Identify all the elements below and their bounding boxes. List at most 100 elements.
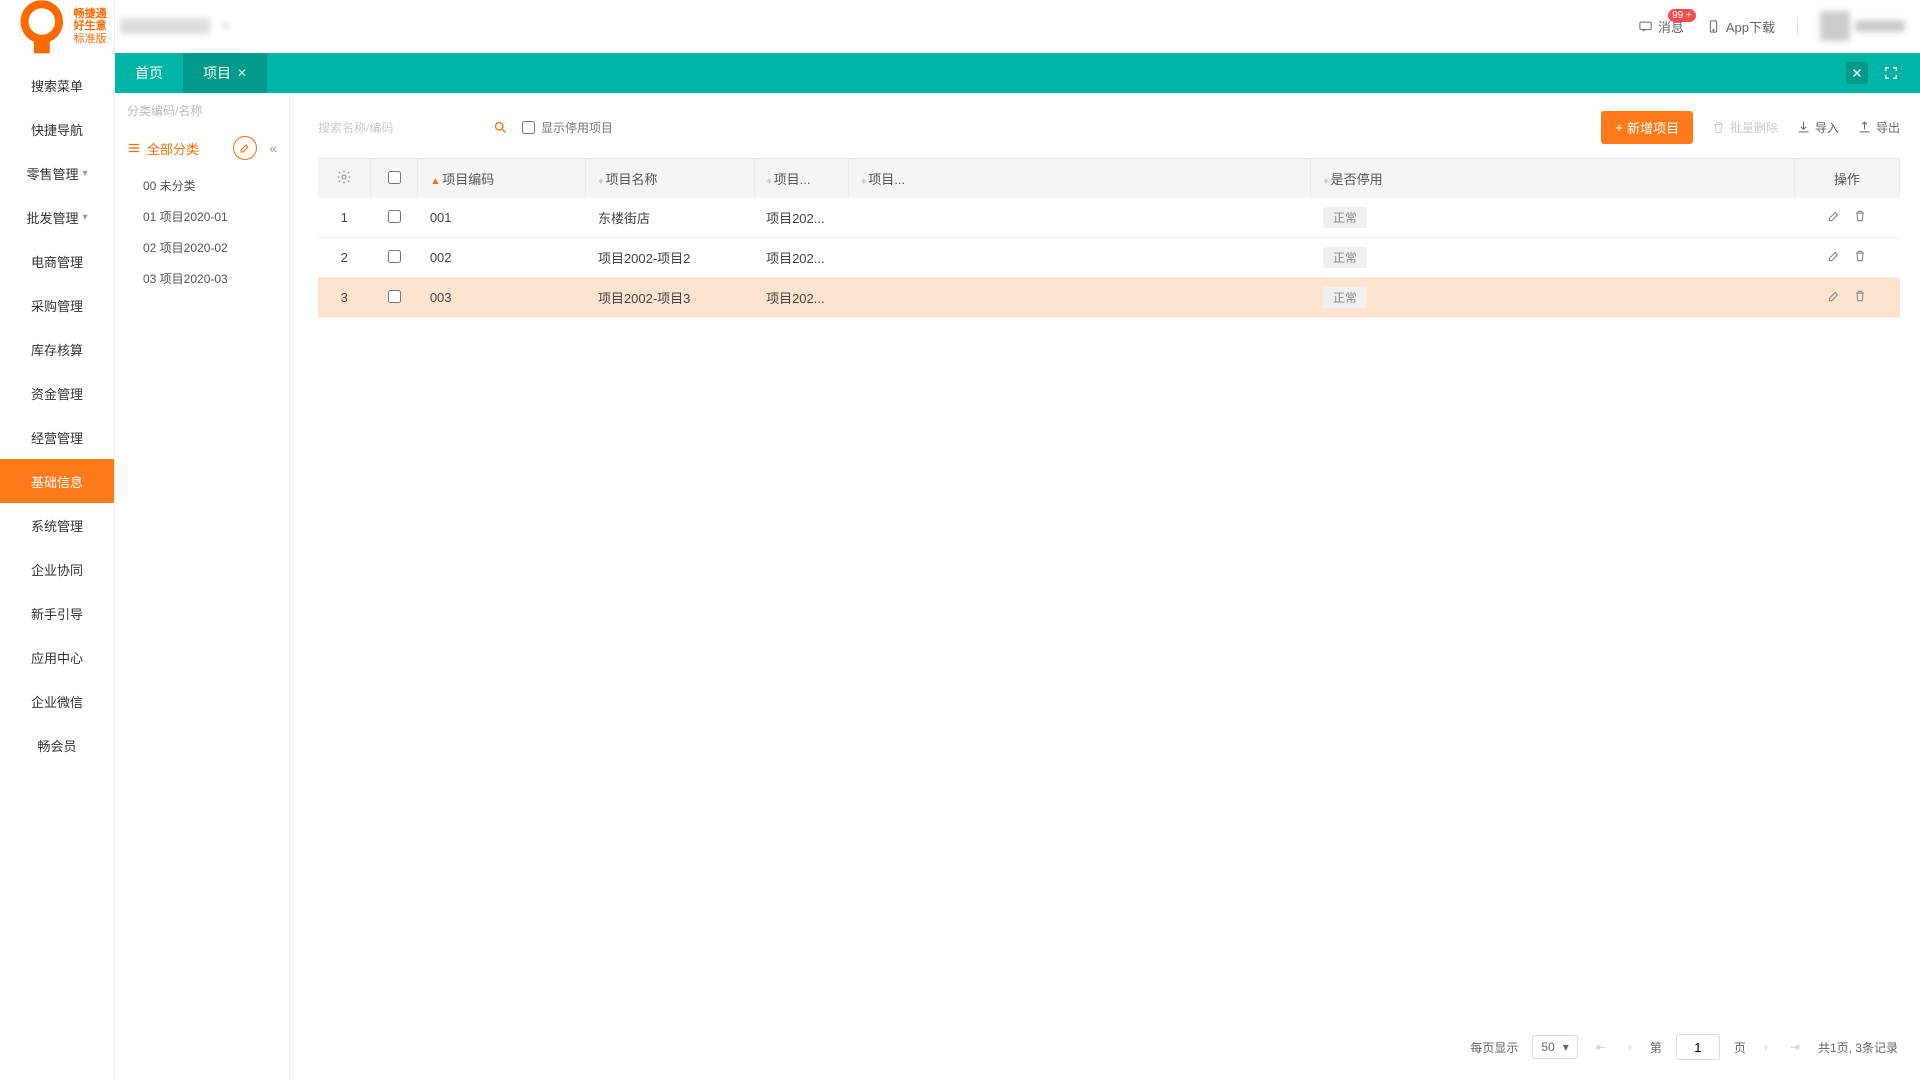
row-edit-button[interactable] bbox=[1827, 209, 1841, 226]
edit-icon bbox=[1827, 289, 1841, 303]
sidebar-item-8[interactable]: 经营管理 bbox=[0, 415, 114, 459]
add-button[interactable]: + 新增项目 bbox=[1601, 111, 1693, 144]
row-status: 正常 bbox=[1311, 198, 1794, 238]
sidebar-item-15[interactable]: 畅会员 bbox=[0, 723, 114, 767]
tab-1[interactable]: 项目 ✕ bbox=[183, 53, 267, 93]
row-checkbox[interactable] bbox=[388, 290, 401, 303]
sidebar-menu: 搜索菜单快捷导航零售管理▾批发管理▾ 电商管理采购管理库存核算资金管理经营管理基础… bbox=[0, 53, 114, 767]
batch-delete-button[interactable]: 批量删除 bbox=[1711, 119, 1778, 136]
sidebar-item-9[interactable]: 基础信息 bbox=[0, 459, 114, 503]
status-badge: 正常 bbox=[1323, 247, 1367, 268]
messages-button[interactable]: 消息 99 + bbox=[1638, 17, 1684, 36]
category-edit-button[interactable] bbox=[233, 136, 257, 160]
sidebar-item-label: 电商管理 bbox=[31, 252, 83, 271]
fullscreen-button[interactable] bbox=[1880, 62, 1902, 84]
sidebar-item-4[interactable]: 电商管理 bbox=[0, 239, 114, 283]
row-edit-button[interactable] bbox=[1827, 249, 1841, 266]
category-root-label: 全部分类 bbox=[147, 139, 199, 158]
row-code: 001 bbox=[418, 198, 586, 238]
row-prj2 bbox=[849, 278, 1311, 318]
page-next[interactable]: › bbox=[1760, 1038, 1772, 1056]
sidebar-item-7[interactable]: 资金管理 bbox=[0, 371, 114, 415]
chevron-down-icon: ▾ bbox=[1563, 1040, 1569, 1054]
category-item-0[interactable]: 00 未分类 bbox=[115, 170, 289, 201]
user-area[interactable] bbox=[1820, 11, 1905, 41]
page-prev[interactable]: ‹ bbox=[1624, 1038, 1636, 1056]
show-disabled-checkbox[interactable]: 显示停用项目 bbox=[522, 119, 613, 136]
col-prj1[interactable]: ♦项目... bbox=[754, 159, 849, 198]
row-checkbox[interactable] bbox=[388, 210, 401, 223]
brand-logo: 畅捷通好生意 标准版 bbox=[0, 0, 114, 53]
col-name[interactable]: ♦项目名称 bbox=[586, 159, 754, 198]
category-root[interactable]: 全部分类 « bbox=[115, 128, 289, 168]
row-index: 1 bbox=[318, 198, 371, 238]
tabs-close-all[interactable] bbox=[1846, 62, 1868, 84]
sidebar-item-1[interactable]: 快捷导航 bbox=[0, 107, 114, 151]
page-last[interactable]: ⇥ bbox=[1786, 1038, 1804, 1056]
sidebar-item-10[interactable]: 系统管理 bbox=[0, 503, 114, 547]
export-label: 导出 bbox=[1876, 119, 1900, 136]
row-checkbox[interactable] bbox=[388, 250, 401, 263]
tab-close-icon[interactable]: ✕ bbox=[237, 66, 247, 80]
table-row[interactable]: 2 002 项目2002-项目2 项目202... 正常 bbox=[318, 238, 1900, 278]
sidebar-item-13[interactable]: 应用中心 bbox=[0, 635, 114, 679]
row-prj1: 项目202... bbox=[754, 238, 849, 278]
search-icon[interactable] bbox=[493, 120, 508, 135]
sidebar-item-6[interactable]: 库存核算 bbox=[0, 327, 114, 371]
tabs-bar: 首页项目 ✕ bbox=[0, 53, 1920, 93]
export-button[interactable]: 导出 bbox=[1857, 119, 1900, 136]
app-download-label: App下载 bbox=[1726, 17, 1775, 36]
toolbar-search-input[interactable] bbox=[318, 117, 493, 139]
sidebar-item-2[interactable]: 零售管理▾ bbox=[0, 151, 114, 195]
plus-icon: + bbox=[1615, 120, 1623, 135]
select-all-input[interactable] bbox=[388, 171, 401, 184]
category-item-3[interactable]: 03 项目2020-03 bbox=[115, 263, 289, 294]
show-disabled-input[interactable] bbox=[522, 121, 535, 134]
row-edit-button[interactable] bbox=[1827, 289, 1841, 306]
sidebar-item-0[interactable]: 搜索菜单 bbox=[0, 63, 114, 107]
table-row[interactable]: 3 003 项目2002-项目3 项目202... 正常 bbox=[318, 278, 1900, 318]
per-page-label: 每页显示 bbox=[1470, 1039, 1518, 1056]
page-input[interactable] bbox=[1676, 1034, 1720, 1060]
sidebar-item-5[interactable]: 采购管理 bbox=[0, 283, 114, 327]
sidebar-item-label: 畅会员 bbox=[37, 736, 76, 755]
col-checkbox[interactable] bbox=[371, 159, 418, 198]
sidebar-item-12[interactable]: 新手引导 bbox=[0, 591, 114, 635]
col-prj2[interactable]: ♦项目... bbox=[849, 159, 1311, 198]
col-gear[interactable] bbox=[318, 159, 371, 198]
page-first[interactable]: ⇤ bbox=[1592, 1038, 1610, 1056]
sidebar-item-label: 快捷导航 bbox=[31, 120, 83, 139]
col-status[interactable]: ♦是否停用 bbox=[1311, 159, 1794, 198]
row-delete-button[interactable] bbox=[1853, 289, 1867, 306]
toolbar: 显示停用项目 + 新增项目 批量删除 导入 导出 bbox=[318, 111, 1900, 144]
collapse-panel-button[interactable]: « bbox=[269, 140, 277, 156]
brand-icon bbox=[10, 0, 74, 58]
tab-label: 项目 bbox=[203, 63, 231, 83]
row-delete-button[interactable] bbox=[1853, 249, 1867, 266]
category-list: 00 未分类01 项目2020-0102 项目2020-0203 项目2020-… bbox=[115, 168, 289, 296]
brand-name-top: 畅捷通好生意 bbox=[74, 8, 114, 32]
sidebar-item-14[interactable]: 企业微信 bbox=[0, 679, 114, 723]
app-download-button[interactable]: App下载 bbox=[1706, 17, 1775, 36]
sidebar-item-3[interactable]: 批发管理▾ bbox=[0, 195, 114, 239]
table-row[interactable]: 1 001 东楼街店 项目202... 正常 bbox=[318, 198, 1900, 238]
data-table: ▲项目编码 ♦项目名称 ♦项目... ♦项目... ♦是否停用 操作 1 001… bbox=[318, 159, 1900, 318]
tab-0[interactable]: 首页 bbox=[115, 53, 183, 93]
edit-icon bbox=[239, 142, 251, 154]
row-delete-button[interactable] bbox=[1853, 209, 1867, 226]
import-label: 导入 bbox=[1815, 119, 1839, 136]
page-suffix: 页 bbox=[1734, 1039, 1746, 1056]
sidebar-item-label: 搜索菜单 bbox=[31, 76, 83, 95]
category-item-2[interactable]: 02 项目2020-02 bbox=[115, 232, 289, 263]
import-icon bbox=[1796, 120, 1811, 135]
caret-icon: ▾ bbox=[82, 168, 87, 179]
row-ops bbox=[1794, 198, 1899, 238]
company-dropdown[interactable]: ▾ bbox=[120, 18, 229, 34]
col-code[interactable]: ▲项目编码 bbox=[418, 159, 586, 198]
per-page-select[interactable]: 50 ▾ bbox=[1532, 1035, 1577, 1059]
import-button[interactable]: 导入 bbox=[1796, 119, 1839, 136]
toolbar-search bbox=[318, 117, 508, 139]
category-search-input[interactable] bbox=[127, 104, 282, 118]
category-item-1[interactable]: 01 项目2020-01 bbox=[115, 201, 289, 232]
sidebar-item-11[interactable]: 企业协同 bbox=[0, 547, 114, 591]
